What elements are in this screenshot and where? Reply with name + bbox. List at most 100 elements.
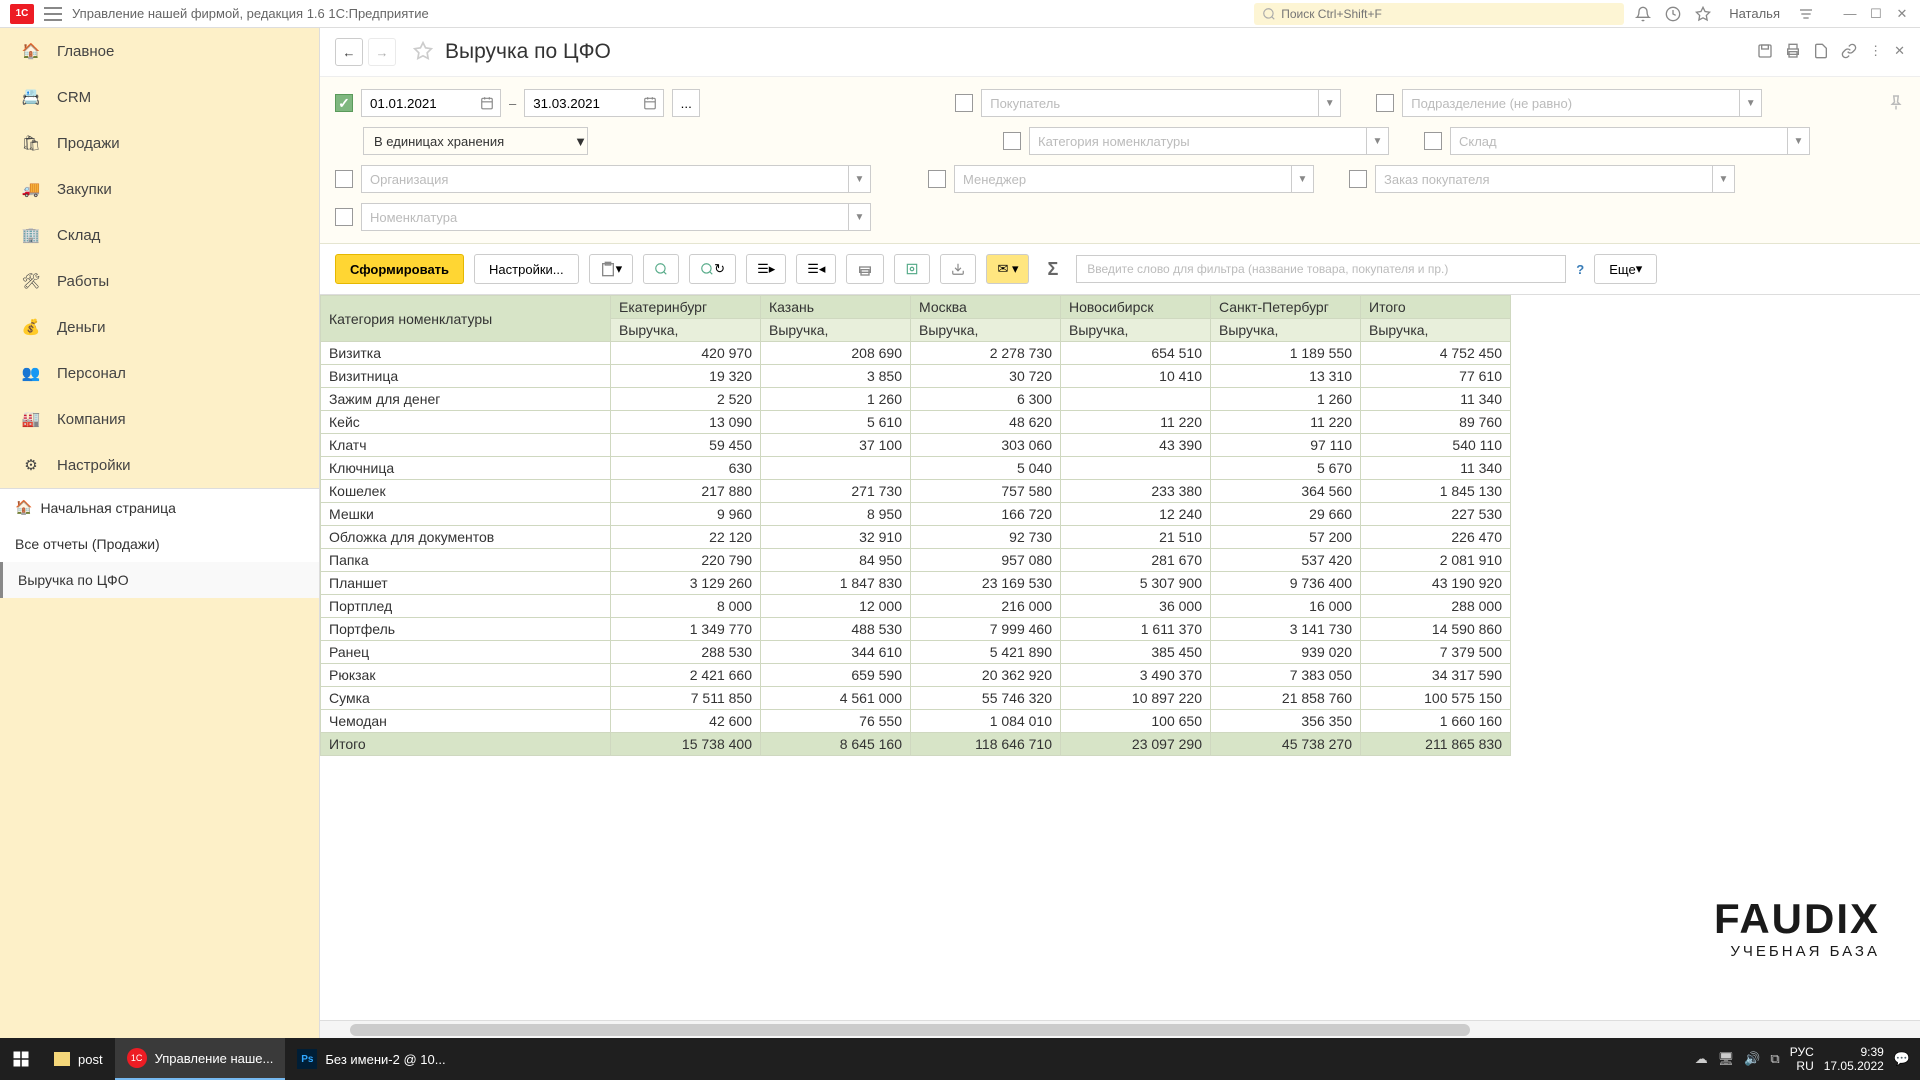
sidebar-item[interactable]: 🏢Склад	[0, 212, 319, 258]
close-page-icon[interactable]: ✕	[1894, 43, 1905, 62]
date-to-input[interactable]	[524, 89, 664, 117]
chevron-down-icon[interactable]: ▼	[848, 204, 870, 230]
sidebar-item[interactable]: 💰Деньги	[0, 304, 319, 350]
sigma-icon[interactable]: Σ	[1047, 259, 1058, 280]
bell-icon[interactable]	[1634, 5, 1652, 23]
unit-select[interactable]: В единицах хранения▼	[363, 127, 588, 155]
find-next-button[interactable]: ↻	[689, 254, 736, 284]
sidebar-tab[interactable]: 🏠Начальная страница	[0, 489, 319, 526]
paste-button[interactable]: ▾	[589, 254, 634, 284]
order-checkbox[interactable]	[1349, 170, 1367, 188]
sidebar-tab[interactable]: Выручка по ЦФО	[0, 562, 319, 598]
link-icon[interactable]	[1841, 43, 1857, 62]
start-button[interactable]	[0, 1038, 42, 1080]
print-button[interactable]	[846, 254, 884, 284]
table-row[interactable]: Планшет3 129 2601 847 83023 169 5305 307…	[321, 572, 1511, 595]
table-row[interactable]: Визитка420 970208 6902 278 730654 5101 1…	[321, 342, 1511, 365]
toolbar-search[interactable]	[1076, 255, 1566, 283]
table-row[interactable]: Портплед8 00012 000216 00036 00016 00028…	[321, 595, 1511, 618]
category-combo[interactable]: ▼	[1029, 127, 1389, 155]
chevron-down-icon[interactable]: ▼	[1787, 128, 1809, 154]
pin-icon[interactable]	[1887, 93, 1905, 114]
table-total-row[interactable]: Итого15 738 4008 645 160118 646 71023 09…	[321, 733, 1511, 756]
org-checkbox[interactable]	[335, 170, 353, 188]
generate-button[interactable]: Сформировать	[335, 254, 464, 284]
table-row[interactable]: Рюкзак2 421 660659 59020 362 9203 490 37…	[321, 664, 1511, 687]
chevron-down-icon[interactable]: ▼	[1712, 166, 1734, 192]
sidebar-item[interactable]: 🚚Закупки	[0, 166, 319, 212]
table-row[interactable]: Визитница19 3203 85030 72010 41013 31077…	[321, 365, 1511, 388]
more-dots-icon[interactable]: ⋮	[1869, 43, 1882, 62]
sidebar-item[interactable]: ⚙Настройки	[0, 442, 319, 488]
save-file-button[interactable]	[940, 254, 976, 284]
table-row[interactable]: Кейс13 0905 61048 62011 22011 22089 760	[321, 411, 1511, 434]
save-icon[interactable]	[1757, 43, 1773, 62]
sidebar-item[interactable]: 🛠Работы	[0, 258, 319, 304]
menu-icon[interactable]	[44, 7, 62, 21]
chevron-down-icon[interactable]: ▼	[574, 134, 587, 149]
doc-icon[interactable]	[1813, 43, 1829, 62]
sidebar-item[interactable]: 🏠Главное	[0, 28, 319, 74]
table-row[interactable]: Чемодан42 60076 5501 084 010100 650356 3…	[321, 710, 1511, 733]
star-icon[interactable]	[1694, 5, 1712, 23]
category-checkbox[interactable]	[1003, 132, 1021, 150]
report-grid[interactable]: Категория номенклатурыЕкатеринбургКазань…	[320, 295, 1920, 1020]
taskbar-item[interactable]: PsБез имени-2 @ 10...	[285, 1038, 457, 1080]
dept-combo[interactable]: ▼	[1402, 89, 1762, 117]
tray-volume-icon[interactable]: 🔊	[1744, 1051, 1760, 1067]
close-button[interactable]: ✕	[1894, 6, 1910, 22]
sidebar-item[interactable]: 👥Персонал	[0, 350, 319, 396]
help-icon[interactable]: ?	[1576, 262, 1584, 277]
tray-lang[interactable]: РУСRU	[1790, 1045, 1814, 1074]
mgr-checkbox[interactable]	[928, 170, 946, 188]
table-row[interactable]: Папка220 79084 950957 080281 670537 4202…	[321, 549, 1511, 572]
tray-cloud-icon[interactable]: ☁	[1695, 1051, 1708, 1067]
date-from-input[interactable]	[361, 89, 501, 117]
settings-button[interactable]: Настройки...	[474, 254, 579, 284]
tray-notifications-icon[interactable]: 💬	[1894, 1051, 1910, 1067]
email-button[interactable]: ✉ ▾	[986, 254, 1029, 284]
collapse-button[interactable]: ☰◂	[796, 254, 836, 284]
back-button[interactable]: ←	[335, 38, 363, 66]
history-icon[interactable]	[1664, 5, 1682, 23]
tray-clock[interactable]: 9:3917.05.2022	[1824, 1045, 1884, 1074]
table-row[interactable]: Ключница6305 0405 67011 340	[321, 457, 1511, 480]
sidebar-item[interactable]: 🏭Компания	[0, 396, 319, 442]
horizontal-scrollbar[interactable]	[320, 1020, 1920, 1038]
wh-checkbox[interactable]	[1424, 132, 1442, 150]
table-row[interactable]: Сумка7 511 8504 561 00055 746 32010 897 …	[321, 687, 1511, 710]
tray-network-icon[interactable]: ⧉	[1770, 1051, 1779, 1067]
expand-button[interactable]: ☰▸	[746, 254, 786, 284]
sidebar-item[interactable]: 📇CRM	[0, 74, 319, 120]
global-search[interactable]	[1254, 3, 1624, 25]
favorite-star-icon[interactable]	[413, 41, 433, 64]
table-row[interactable]: Обложка для документов22 12032 91092 730…	[321, 526, 1511, 549]
wh-combo[interactable]: ▼	[1450, 127, 1810, 155]
tray-monitor-icon[interactable]: 🖥	[1718, 1051, 1735, 1067]
settings-lines-icon[interactable]	[1797, 5, 1815, 23]
table-row[interactable]: Зажим для денег2 5201 2606 3001 26011 34…	[321, 388, 1511, 411]
table-row[interactable]: Клатч59 45037 100303 06043 39097 110540 …	[321, 434, 1511, 457]
table-row[interactable]: Мешки9 9608 950166 72012 24029 660227 53…	[321, 503, 1511, 526]
taskbar-item[interactable]: 1CУправление наше...	[115, 1038, 286, 1080]
org-combo[interactable]: ▼	[361, 165, 871, 193]
date-options-button[interactable]: ...	[672, 89, 700, 117]
dept-checkbox[interactable]	[1376, 94, 1394, 112]
table-row[interactable]: Кошелек217 880271 730757 580233 380364 5…	[321, 480, 1511, 503]
global-search-input[interactable]	[1281, 7, 1616, 21]
buyer-checkbox[interactable]	[955, 94, 973, 112]
table-row[interactable]: Портфель1 349 770488 5307 999 4601 611 3…	[321, 618, 1511, 641]
preview-button[interactable]	[894, 254, 930, 284]
find-button[interactable]	[643, 254, 679, 284]
print-icon[interactable]	[1785, 43, 1801, 62]
table-row[interactable]: Ранец288 530344 6105 421 890385 450939 0…	[321, 641, 1511, 664]
chevron-down-icon[interactable]: ▼	[1291, 166, 1313, 192]
buyer-combo[interactable]: ▼	[981, 89, 1341, 117]
chevron-down-icon[interactable]: ▼	[1318, 90, 1340, 116]
user-name[interactable]: Наталья	[1729, 6, 1780, 21]
mgr-combo[interactable]: ▼	[954, 165, 1314, 193]
order-combo[interactable]: ▼	[1375, 165, 1735, 193]
sidebar-item[interactable]: 🛍Продажи	[0, 120, 319, 166]
nomen-combo[interactable]: ▼	[361, 203, 871, 231]
forward-button[interactable]: →	[368, 38, 396, 66]
